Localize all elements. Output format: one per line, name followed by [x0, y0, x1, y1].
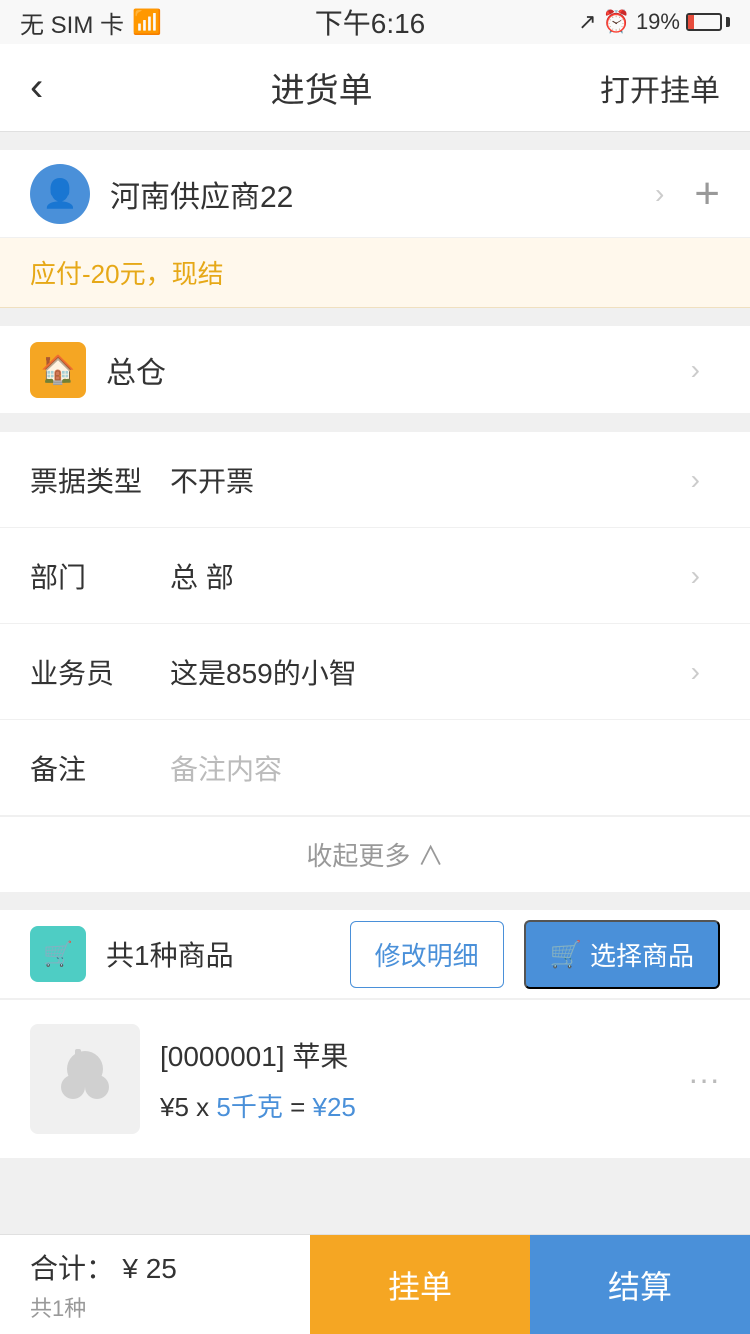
remark-row[interactable]: 备注 备注内容: [0, 720, 750, 816]
supplier-avatar-icon: 👤: [43, 177, 78, 210]
summary-count: 共1种: [30, 1291, 280, 1323]
product-thumbnail: [30, 1024, 140, 1134]
summary-total: 合计： ¥ 25: [30, 1247, 280, 1287]
warehouse-icon: 🏠: [30, 342, 86, 398]
battery-percent: 19%: [636, 9, 680, 35]
status-left: 无 SIM 卡 📶: [20, 5, 162, 40]
department-label: 部门: [30, 556, 170, 596]
status-bar: 无 SIM 卡 📶 下午6:16 ↗ ⏰ 19%: [0, 0, 750, 44]
total-amount: ¥ 25: [122, 1253, 177, 1284]
department-row[interactable]: 部门 总 部 ›: [0, 528, 750, 624]
chevron-right-icon: ›: [691, 354, 700, 386]
collapse-more-bar[interactable]: 收起更多 ∧: [0, 816, 750, 892]
chevron-right-icon: ›: [655, 178, 664, 210]
product-header: 🛒 共1种商品 修改明细 🛒 选择商品: [0, 910, 750, 998]
chevron-right-icon: ›: [691, 656, 700, 688]
salesperson-row[interactable]: 业务员 这是859的小智 ›: [0, 624, 750, 720]
bottom-bar: 合计： ¥ 25 共1种 挂单 结算: [0, 1234, 750, 1334]
pending-button[interactable]: 挂单: [310, 1235, 530, 1334]
notice-text: 应付-20元，现结: [30, 259, 224, 289]
product-title: 苹果: [292, 1041, 348, 1072]
product-more-button[interactable]: ···: [688, 1061, 720, 1098]
warehouse-row[interactable]: 🏠 总仓 ›: [0, 326, 750, 414]
ticket-type-label: 票据类型: [30, 460, 170, 500]
supplier-row[interactable]: 👤 河南供应商22 › +: [0, 150, 750, 238]
back-button[interactable]: ‹: [30, 65, 43, 110]
location-icon: ↗: [578, 9, 596, 35]
collapse-more-label: 收起更多 ∧: [306, 836, 443, 873]
warehouse-icon-symbol: 🏠: [41, 353, 76, 386]
open-pending-button[interactable]: 打开挂单: [600, 66, 720, 110]
product-item: [0000001] 苹果 ¥5 x 5千克 = ¥25 ···: [0, 1000, 750, 1158]
status-time: 下午6:16: [315, 2, 426, 42]
product-price-line: ¥5 x 5千克 = ¥25: [160, 1087, 668, 1124]
chevron-right-icon: ›: [691, 464, 700, 496]
summary-info: 合计： ¥ 25 共1种: [0, 1247, 310, 1323]
total-price: ¥25: [313, 1092, 356, 1122]
select-product-label: 选择商品: [590, 936, 694, 973]
remark-placeholder: 备注内容: [170, 748, 720, 788]
unit-price: ¥5 x: [160, 1092, 216, 1122]
battery-icon: [686, 13, 730, 31]
product-count: 共1种商品: [106, 934, 330, 974]
product-id: [0000001]: [160, 1041, 292, 1072]
select-product-button[interactable]: 🛒 选择商品: [524, 920, 720, 989]
nav-bar: ‹ 进货单 打开挂单: [0, 44, 750, 132]
product-info: [0000001] 苹果 ¥5 x 5千克 = ¥25: [160, 1035, 668, 1124]
supplier-name: 河南供应商22: [110, 172, 655, 216]
status-right: ↗ ⏰ 19%: [578, 9, 730, 35]
select-icon: 🛒: [550, 939, 582, 970]
product-icon-symbol: 🛒: [43, 940, 73, 969]
ticket-type-row[interactable]: 票据类型 不开票 ›: [0, 432, 750, 528]
wifi-icon: 📶: [132, 8, 162, 37]
product-thumb-svg: [45, 1039, 125, 1119]
product-name: [0000001] 苹果: [160, 1035, 668, 1075]
page-title: 进货单: [271, 63, 373, 112]
total-label: 合计：: [30, 1253, 114, 1284]
salesperson-label: 业务员: [30, 652, 170, 692]
ticket-type-value: 不开票: [170, 460, 691, 500]
form-section: 票据类型 不开票 › 部门 总 部 › 业务员 这是859的小智 › 备注 备注…: [0, 432, 750, 892]
supplier-avatar: 👤: [30, 164, 90, 224]
chevron-right-icon: ›: [691, 560, 700, 592]
quantity: 5千克: [216, 1092, 282, 1122]
add-supplier-button[interactable]: +: [694, 169, 720, 219]
equals: =: [290, 1092, 312, 1122]
alarm-icon: ⏰: [603, 9, 630, 35]
warehouse-name: 总仓: [106, 348, 691, 392]
notice-bar: 应付-20元，现结: [0, 238, 750, 308]
product-icon: 🛒: [30, 926, 86, 982]
carrier-label: 无 SIM 卡: [20, 5, 124, 40]
section-divider-1: [0, 132, 750, 150]
checkout-button[interactable]: 结算: [530, 1235, 750, 1334]
edit-detail-button[interactable]: 修改明细: [350, 921, 504, 988]
salesperson-value: 这是859的小智: [170, 652, 691, 692]
remark-label: 备注: [30, 748, 170, 788]
department-value: 总 部: [170, 556, 691, 596]
